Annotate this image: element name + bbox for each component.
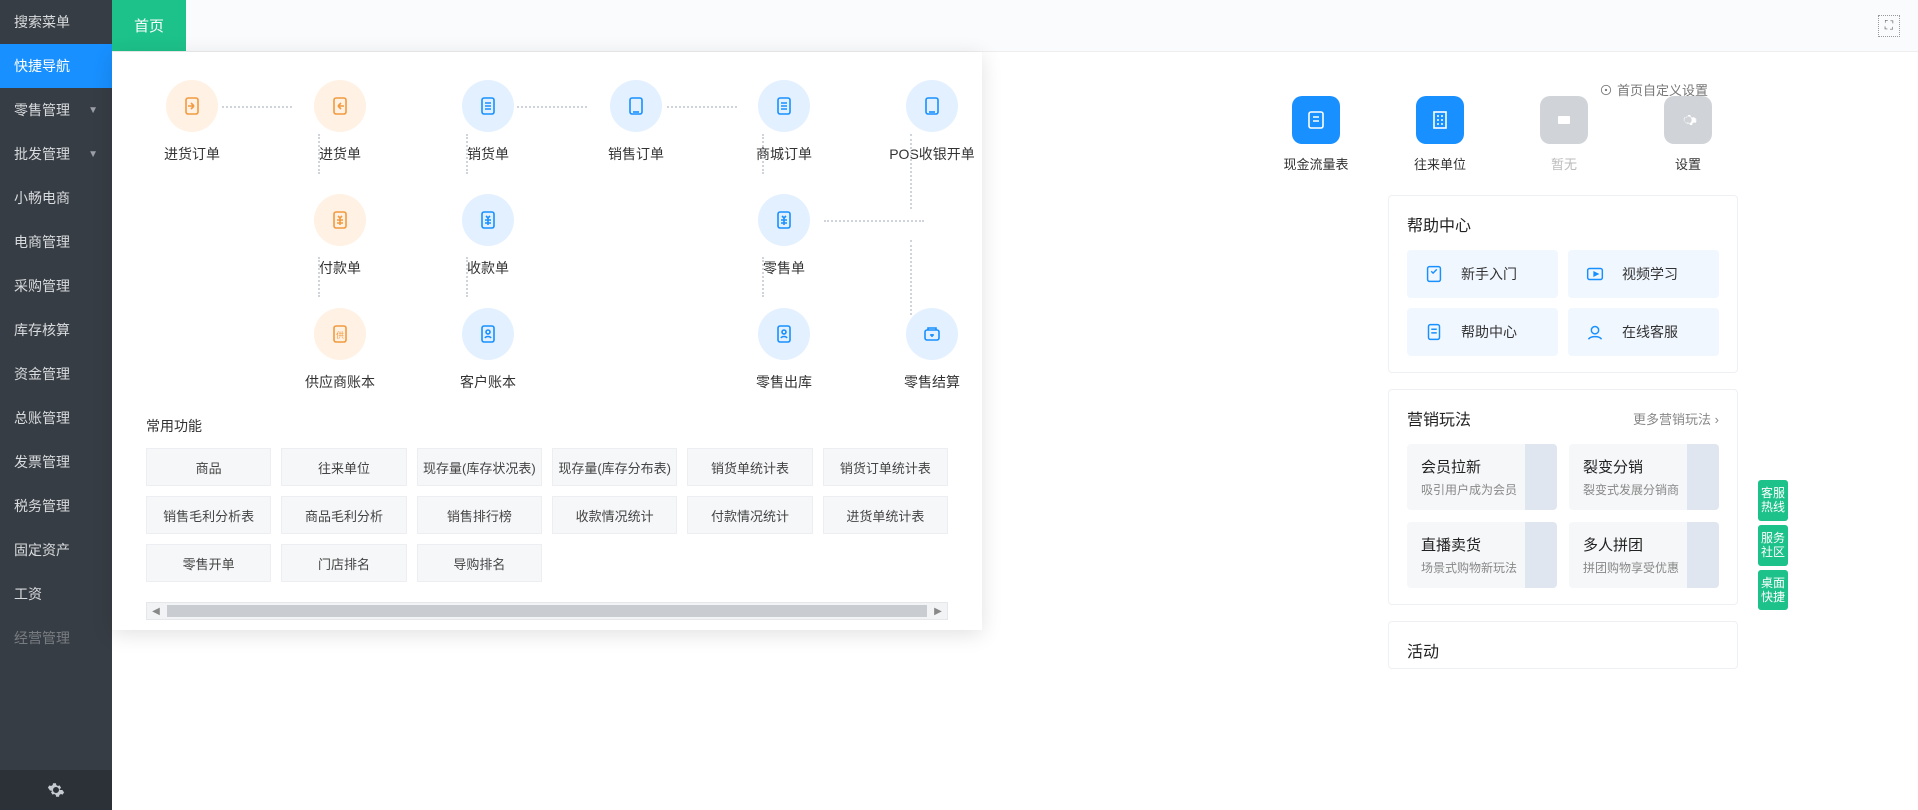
help-beginner[interactable]: 新手入门 <box>1407 250 1558 298</box>
money-icon <box>758 194 810 246</box>
func-button[interactable]: 商品 <box>146 448 271 486</box>
func-button[interactable]: 门店排名 <box>281 544 406 582</box>
gear-icon <box>47 781 65 799</box>
building-icon <box>1416 96 1464 144</box>
func-button[interactable]: 往来单位 <box>281 448 406 486</box>
sidebar-item-quicknav[interactable]: 快捷导航 <box>0 44 112 88</box>
target-icon <box>1599 83 1613 97</box>
func-button[interactable]: 现存量(库存状况表) <box>417 448 542 486</box>
func-button[interactable]: 销售排行榜 <box>417 496 542 534</box>
func-button[interactable]: 进货单统计表 <box>823 496 948 534</box>
sidebar-item-operation[interactable]: 经营管理 <box>0 616 112 660</box>
flyout-scrollbar[interactable]: ◀ ▶ <box>146 602 948 620</box>
func-button[interactable]: 零售开单 <box>146 544 271 582</box>
marketing-card: 营销玩法 更多营销玩法 › 会员拉新 吸引用户成为会员 裂变分销 裂变式发展分销… <box>1388 389 1738 605</box>
sidebar-item-invoice[interactable]: 发票管理 <box>0 440 112 484</box>
float-tag-community[interactable]: 服务社区 <box>1758 525 1788 566</box>
func-button[interactable]: 商品毛利分析 <box>281 496 406 534</box>
help-support[interactable]: 在线客服 <box>1568 308 1719 356</box>
float-tags: 客服热线 服务社区 桌面快捷 <box>1758 480 1788 610</box>
activity-card: 活动 <box>1388 621 1738 669</box>
sidebar-item-retail[interactable]: 零售管理▼ <box>0 88 112 132</box>
sidebar: 搜索菜单 快捷导航 零售管理▼ 批发管理▼ 小畅电商 电商管理 采购管理 库存核… <box>0 0 112 810</box>
help-center-title: 帮助中心 <box>1407 212 1471 236</box>
node-purchase-order[interactable]: 进货订单 <box>162 80 222 164</box>
sidebar-item-funds[interactable]: 资金管理 <box>0 352 112 396</box>
common-functions-title: 常用功能 <box>146 416 962 436</box>
marketing-more-link[interactable]: 更多营销玩法 › <box>1633 409 1719 428</box>
func-button[interactable]: 销货订单统计表 <box>823 448 948 486</box>
list-icon <box>462 80 514 132</box>
video-icon <box>1582 261 1608 287</box>
fullscreen-button[interactable]: ⛶ <box>1878 15 1900 37</box>
chevron-down-icon: ▼ <box>88 105 98 116</box>
marketing-item-fission[interactable]: 裂变分销 裂变式发展分销商 <box>1569 444 1719 510</box>
func-button[interactable]: 现存量(库存分布表) <box>552 448 677 486</box>
shortcut-cashflow[interactable]: 现金流量表 <box>1276 96 1356 173</box>
sidebar-item-purchase[interactable]: 采购管理 <box>0 264 112 308</box>
sidebar-item-inventory[interactable]: 库存核算 <box>0 308 112 352</box>
report-icon <box>1292 96 1340 144</box>
marketing-item-live[interactable]: 直播卖货 场景式购物新玩法 <box>1407 522 1557 588</box>
sidebar-item-search[interactable]: 搜索菜单 <box>0 0 112 44</box>
marketing-title: 营销玩法 <box>1407 406 1471 430</box>
func-button[interactable]: 导购排名 <box>417 544 542 582</box>
sidebar-item-ecom1[interactable]: 小畅电商 <box>0 176 112 220</box>
tabs-bar: 首页 ⛶ <box>112 0 1918 52</box>
node-retail-settle[interactable]: 零售结算 <box>902 308 962 392</box>
customer-icon <box>462 308 514 360</box>
sidebar-settings-button[interactable] <box>0 770 112 810</box>
list-icon <box>758 80 810 132</box>
shortcut-none[interactable]: 暂无 <box>1524 96 1604 173</box>
outbound-icon <box>758 308 810 360</box>
node-customer-ledger[interactable]: 客户账本 <box>458 308 518 392</box>
float-tag-hotline[interactable]: 客服热线 <box>1758 480 1788 521</box>
gear-icon <box>1664 96 1712 144</box>
marketing-item-member[interactable]: 会员拉新 吸引用户成为会员 <box>1407 444 1557 510</box>
func-button[interactable]: 付款情况统计 <box>687 496 812 534</box>
marketing-item-group[interactable]: 多人拼团 拼团购物享受优惠 <box>1569 522 1719 588</box>
sidebar-item-ledger[interactable]: 总账管理 <box>0 396 112 440</box>
sidebar-item-ecom2[interactable]: 电商管理 <box>0 220 112 264</box>
money-icon <box>462 194 514 246</box>
order-in-icon <box>166 80 218 132</box>
activity-title: 活动 <box>1407 638 1719 662</box>
sidebar-item-wholesale[interactable]: 批发管理▼ <box>0 132 112 176</box>
sidebar-item-salary[interactable]: 工资 <box>0 572 112 616</box>
help-docs[interactable]: 帮助中心 <box>1407 308 1558 356</box>
receipt-icon <box>906 80 958 132</box>
node-sales-order[interactable]: 销售订单 <box>606 80 666 164</box>
doc-icon <box>610 80 662 132</box>
right-gutter <box>1758 52 1918 810</box>
svg-text:供: 供 <box>336 330 344 340</box>
help-center-card: 帮助中心 新手入门 视频学习 帮助中心 <box>1388 195 1738 373</box>
doc-icon <box>1421 319 1447 345</box>
placeholder-icon <box>1540 96 1588 144</box>
func-button[interactable]: 销货单统计表 <box>687 448 812 486</box>
supplier-icon: 供 <box>314 308 366 360</box>
help-video[interactable]: 视频学习 <box>1568 250 1719 298</box>
chevron-down-icon: ▼ <box>88 149 98 160</box>
shortcut-partner[interactable]: 往来单位 <box>1400 96 1480 173</box>
sidebar-item-tax[interactable]: 税务管理 <box>0 484 112 528</box>
node-retail-out[interactable]: 零售出库 <box>754 308 814 392</box>
tab-home[interactable]: 首页 <box>112 0 186 51</box>
sidebar-item-assets[interactable]: 固定资产 <box>0 528 112 572</box>
order-out-icon <box>314 80 366 132</box>
func-button[interactable]: 销售毛利分析表 <box>146 496 271 534</box>
float-tag-desktop[interactable]: 桌面快捷 <box>1758 570 1788 611</box>
settle-icon <box>906 308 958 360</box>
money-icon <box>314 194 366 246</box>
node-supplier-ledger[interactable]: 供 供应商账本 <box>310 308 370 392</box>
scroll-thumb[interactable] <box>167 605 927 617</box>
checklist-icon <box>1421 261 1447 287</box>
shortcut-settings[interactable]: 设置 <box>1648 96 1728 173</box>
scroll-left-icon[interactable]: ◀ <box>147 606 165 617</box>
headset-icon <box>1582 319 1608 345</box>
func-button[interactable]: 收款情况统计 <box>552 496 677 534</box>
quicknav-flyout: 进货订单 进货单 销货单 销售订单 商城订单 <box>112 52 982 630</box>
scroll-right-icon[interactable]: ▶ <box>929 606 947 617</box>
